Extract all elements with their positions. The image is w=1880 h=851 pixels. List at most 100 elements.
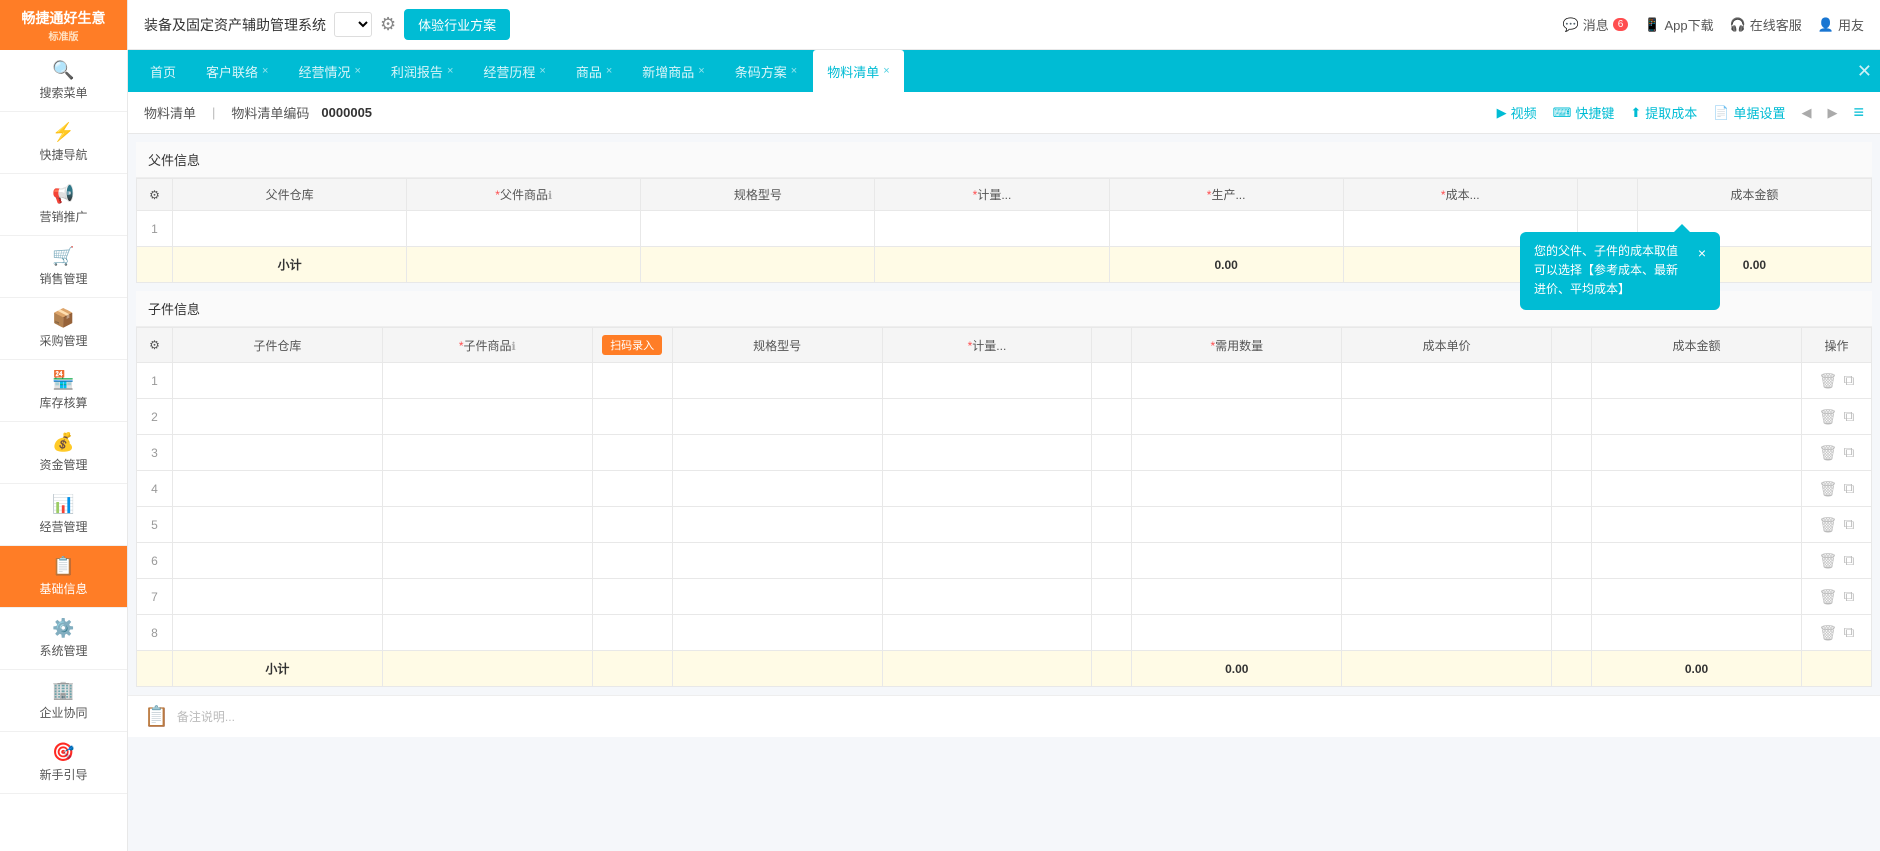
child-product-4[interactable] xyxy=(382,471,592,507)
delete-icon-5[interactable]: 🗑 xyxy=(1819,516,1838,534)
settings-icon[interactable]: ⚙ xyxy=(380,14,396,35)
child-unitcost-3[interactable] xyxy=(1342,435,1552,471)
child-spec-7[interactable] xyxy=(672,579,882,615)
nav-tab-条码方案[interactable]: 条码方案 × xyxy=(721,50,811,92)
experience-btn[interactable]: 体验行业方案 xyxy=(404,9,510,40)
child-qty-5[interactable] xyxy=(1132,507,1342,543)
child-unitcost-1[interactable] xyxy=(1342,363,1552,399)
tab-close-icon[interactable]: × xyxy=(539,65,545,77)
child-col-gear[interactable]: ⚙ xyxy=(137,328,173,363)
view-action[interactable]: ▶ 视频 xyxy=(1497,103,1537,122)
child-unit-7[interactable] xyxy=(882,579,1092,615)
child-product-2[interactable] xyxy=(382,399,592,435)
copy-icon-2[interactable]: ⧉ xyxy=(1844,408,1855,426)
child-product-7[interactable] xyxy=(382,579,592,615)
child-qty-6[interactable] xyxy=(1132,543,1342,579)
child-unitcost-6[interactable] xyxy=(1342,543,1552,579)
child-col-scan[interactable]: 扫码录入 xyxy=(592,328,672,363)
tab-close-icon[interactable]: × xyxy=(883,65,889,77)
copy-icon-8[interactable]: ⧉ xyxy=(1844,624,1855,642)
child-unitcost-2[interactable] xyxy=(1342,399,1552,435)
parent-col-gear[interactable]: ⚙ xyxy=(137,179,173,211)
child-warehouse-1[interactable] xyxy=(173,363,383,399)
delete-icon-3[interactable]: 🗑 xyxy=(1819,444,1838,462)
child-warehouse-4[interactable] xyxy=(173,471,383,507)
delete-icon-6[interactable]: 🗑 xyxy=(1819,552,1838,570)
child-warehouse-3[interactable] xyxy=(173,435,383,471)
child-warehouse-8[interactable] xyxy=(173,615,383,651)
parent-product-cell[interactable] xyxy=(407,211,641,247)
child-spec-6[interactable] xyxy=(672,543,882,579)
delete-icon-8[interactable]: 🗑 xyxy=(1819,624,1838,642)
sidebar-item-quick-nav[interactable]: ⚡快捷导航 xyxy=(0,112,127,174)
tab-close-icon[interactable]: × xyxy=(354,65,360,77)
copy-icon-7[interactable]: ⧉ xyxy=(1844,588,1855,606)
sidebar-item-sales[interactable]: 🛒销售管理 xyxy=(0,236,127,298)
parent-produce-cell[interactable] xyxy=(1109,211,1343,247)
child-qty-4[interactable] xyxy=(1132,471,1342,507)
delete-icon-2[interactable]: 🗑 xyxy=(1819,408,1838,426)
child-product-3[interactable] xyxy=(382,435,592,471)
parent-spec-cell[interactable] xyxy=(641,211,875,247)
sidebar-item-marketing[interactable]: 📢营销推广 xyxy=(0,174,127,236)
app-download-item[interactable]: 📱 App下载 xyxy=(1644,15,1713,34)
child-qty-3[interactable] xyxy=(1132,435,1342,471)
tab-close-icon[interactable]: × xyxy=(606,65,612,77)
copy-icon-3[interactable]: ⧉ xyxy=(1844,444,1855,462)
user-item[interactable]: 👤 用友 xyxy=(1818,15,1864,34)
sidebar-item-purchase[interactable]: 📦采购管理 xyxy=(0,298,127,360)
copy-icon-1[interactable]: ⧉ xyxy=(1844,372,1855,390)
child-qty-1[interactable] xyxy=(1132,363,1342,399)
nav-tab-新增商品[interactable]: 新增商品 × xyxy=(628,50,718,92)
child-unit-6[interactable] xyxy=(882,543,1092,579)
child-unit-5[interactable] xyxy=(882,507,1092,543)
tab-close-icon[interactable]: × xyxy=(791,65,797,77)
child-spec-4[interactable] xyxy=(672,471,882,507)
child-unit-2[interactable] xyxy=(882,399,1092,435)
nav-prev-icon[interactable]: ◀ xyxy=(1801,105,1811,121)
child-unit-3[interactable] xyxy=(882,435,1092,471)
sidebar-item-search[interactable]: 🔍搜索菜单 xyxy=(0,50,127,112)
nav-tab-经营历程[interactable]: 经营历程 × xyxy=(469,50,559,92)
child-spec-8[interactable] xyxy=(672,615,882,651)
shortcut-action[interactable]: ⌨ 快捷键 xyxy=(1553,103,1615,122)
child-product-6[interactable] xyxy=(382,543,592,579)
copy-icon-6[interactable]: ⧉ xyxy=(1844,552,1855,570)
tooltip-close-btn[interactable]: × xyxy=(1698,242,1706,264)
sidebar-item-enterprise[interactable]: 🏢企业协同 xyxy=(0,670,127,732)
child-warehouse-7[interactable] xyxy=(173,579,383,615)
child-spec-1[interactable] xyxy=(672,363,882,399)
nav-tab-客户联络[interactable]: 客户联络 × xyxy=(192,50,282,92)
sidebar-item-guide[interactable]: 🎯新手引导 xyxy=(0,732,127,794)
close-all-tabs-icon[interactable]: ✕ xyxy=(1857,61,1872,82)
child-warehouse-6[interactable] xyxy=(173,543,383,579)
child-qty-2[interactable] xyxy=(1132,399,1342,435)
list-view-icon[interactable]: ≡ xyxy=(1853,102,1864,123)
delete-icon-7[interactable]: 🗑 xyxy=(1819,588,1838,606)
online-service-item[interactable]: 🎧 在线客服 xyxy=(1730,15,1802,34)
message-item[interactable]: 💬 消息 6 xyxy=(1563,15,1629,34)
sidebar-item-stock[interactable]: 🏪库存核算 xyxy=(0,360,127,422)
child-spec-3[interactable] xyxy=(672,435,882,471)
copy-icon-5[interactable]: ⧉ xyxy=(1844,516,1855,534)
child-qty-8[interactable] xyxy=(1132,615,1342,651)
child-qty-7[interactable] xyxy=(1132,579,1342,615)
tab-close-icon[interactable]: × xyxy=(447,65,453,77)
nav-tab-物料清单[interactable]: 物料清单 × xyxy=(813,50,903,92)
sidebar-item-operation[interactable]: 📊经营管理 xyxy=(0,484,127,546)
nav-next-icon[interactable]: ▶ xyxy=(1827,105,1837,121)
child-unit-4[interactable] xyxy=(882,471,1092,507)
child-product-5[interactable] xyxy=(382,507,592,543)
child-product-1[interactable] xyxy=(382,363,592,399)
child-warehouse-5[interactable] xyxy=(173,507,383,543)
delete-icon-1[interactable]: 🗑 xyxy=(1819,372,1838,390)
tab-close-icon[interactable]: × xyxy=(698,65,704,77)
copy-icon-4[interactable]: ⧉ xyxy=(1844,480,1855,498)
child-unit-1[interactable] xyxy=(882,363,1092,399)
nav-tab-利润报告[interactable]: 利润报告 × xyxy=(377,50,467,92)
child-unitcost-4[interactable] xyxy=(1342,471,1552,507)
delete-icon-4[interactable]: 🗑 xyxy=(1819,480,1838,498)
parent-warehouse-cell[interactable] xyxy=(173,211,407,247)
child-warehouse-2[interactable] xyxy=(173,399,383,435)
child-product-8[interactable] xyxy=(382,615,592,651)
